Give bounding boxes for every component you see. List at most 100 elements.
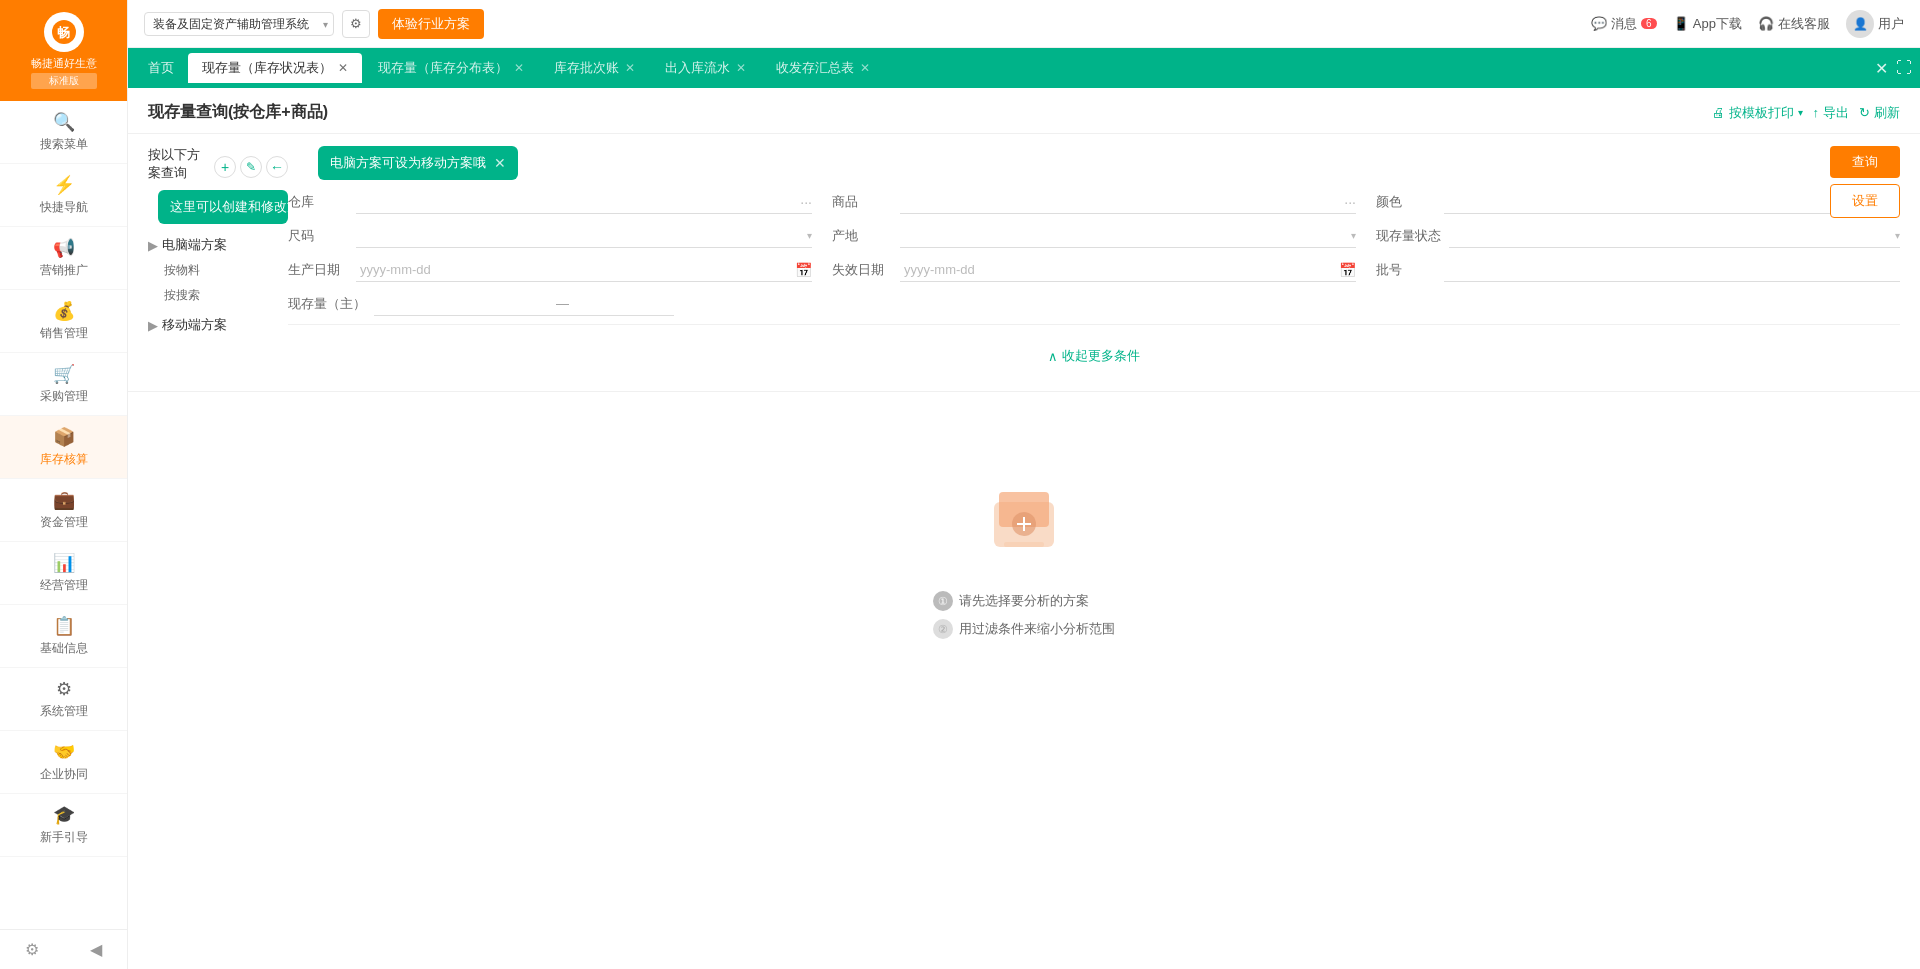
sidebar-item-inventory[interactable]: 📦 库存核算 (0, 416, 127, 479)
sidebar-collapse-btn[interactable]: ◀ (90, 940, 102, 959)
tab-fullscreen-btn[interactable]: ⛶ (1896, 59, 1912, 77)
filter-area: 按以下方案查询 + ✎ ← 这里可以创建和修改方案哦 ✕ (128, 134, 1920, 392)
stock-status-label: 现存量状态 (1376, 227, 1441, 245)
warehouse-input[interactable] (356, 190, 800, 213)
prod-date-calendar-icon[interactable]: 📅 (795, 262, 812, 278)
step1-text: 请先选择要分析的方案 (959, 592, 1089, 610)
expire-date-calendar-icon[interactable]: 📅 (1339, 262, 1356, 278)
size-dropdown-icon[interactable]: ▾ (807, 230, 812, 241)
sidebar-item-guide[interactable]: 🎓 新手引导 (0, 794, 127, 857)
tab-in-out-flow[interactable]: 出入库流水 ✕ (651, 53, 760, 83)
expire-date-label: 失效日期 (832, 261, 892, 279)
print-btn[interactable]: 🖨 按模板打印 ▾ (1712, 104, 1803, 122)
stock-qty-to-input[interactable] (575, 292, 751, 315)
sidebar-item-purchase[interactable]: 🛒 采购管理 (0, 353, 127, 416)
stock-qty-range-dash: — (556, 296, 569, 311)
stock-qty-input-wrap[interactable]: — (374, 292, 674, 316)
scheme-item-mobile[interactable]: ▶ 移动端方案 (148, 314, 288, 336)
scheme-create-tooltip: 这里可以创建和修改方案哦 ✕ (158, 190, 288, 224)
edit-scheme-btn[interactable]: ✎ (240, 156, 262, 178)
sidebar-item-system[interactable]: ⚙ 系统管理 (0, 668, 127, 731)
batch-no-input-wrap[interactable] (1444, 258, 1900, 282)
sidebar-item-base[interactable]: 📋 基础信息 (0, 605, 127, 668)
goods-dots-icon[interactable]: ··· (1344, 194, 1356, 210)
sidebar-item-sales[interactable]: 💰 销售管理 (0, 290, 127, 353)
sidebar-settings-btn[interactable]: ⚙ (25, 940, 39, 959)
origin-dropdown-icon[interactable]: ▾ (1351, 230, 1356, 241)
filter-row-4: 现存量（主） — (288, 292, 1900, 316)
tab-close-inventory-status[interactable]: ✕ (338, 61, 348, 75)
expire-date-input-wrap[interactable]: 📅 (900, 258, 1356, 282)
stock-status-input[interactable] (1449, 224, 1895, 247)
sidebar-item-operation[interactable]: 📊 经营管理 (0, 542, 127, 605)
refresh-btn[interactable]: ↻ 刷新 (1859, 104, 1900, 122)
empty-step-1: ① 请先选择要分析的方案 (933, 591, 1115, 611)
print-dropdown-icon: ▾ (1798, 107, 1803, 118)
goods-input[interactable] (900, 190, 1344, 213)
add-scheme-btn[interactable]: + (214, 156, 236, 178)
scheme-sub-item[interactable]: 按物料 (164, 260, 288, 281)
search-btn[interactable]: 查询 (1830, 146, 1900, 178)
sales-icon: 💰 (53, 300, 75, 322)
scheme-sub-item2[interactable]: 按搜索 (164, 285, 288, 306)
tab-batch-account[interactable]: 库存批次账 ✕ (540, 53, 649, 83)
scheme-item-desktop[interactable]: ▶ 电脑端方案 (148, 234, 288, 256)
purchase-icon: 🛒 (53, 363, 75, 385)
origin-input-wrap[interactable]: ▾ (900, 224, 1356, 248)
stock-qty-from-input[interactable] (374, 292, 550, 315)
tab-close-in-out[interactable]: ✕ (736, 61, 746, 75)
sidebar-label-finance: 资金管理 (40, 514, 88, 531)
tab-close-batch[interactable]: ✕ (625, 61, 635, 75)
logo-tag: 标准版 (31, 73, 97, 89)
step2-text: 用过滤条件来缩小分析范围 (959, 620, 1115, 638)
prod-date-input[interactable] (356, 258, 795, 281)
stock-status-dropdown-icon[interactable]: ▾ (1895, 230, 1900, 241)
warehouse-input-wrap[interactable]: ··· (356, 190, 812, 214)
size-input[interactable] (356, 224, 807, 247)
color-input[interactable] (1444, 190, 1895, 213)
export-btn[interactable]: ↑ 导出 (1813, 104, 1850, 122)
print-icon: 🖨 (1712, 105, 1725, 120)
prod-date-input-wrap[interactable]: 📅 (356, 258, 812, 282)
filter-row-3: 生产日期 📅 失效日期 📅 (288, 258, 1900, 282)
expire-date-input[interactable] (900, 258, 1339, 281)
sidebar-item-finance[interactable]: 💼 资金管理 (0, 479, 127, 542)
message-btn[interactable]: 💬 消息 6 (1591, 15, 1657, 33)
sidebar-item-quick-nav[interactable]: ⚡ 快捷导航 (0, 164, 127, 227)
tab-inventory-status[interactable]: 现存量（库存状况表） ✕ (188, 53, 362, 83)
operation-icon: 📊 (53, 552, 75, 574)
stock-status-input-wrap[interactable]: ▾ (1449, 224, 1900, 248)
reset-btn[interactable]: 设置 (1830, 184, 1900, 218)
warehouse-dots-icon[interactable]: ··· (800, 194, 812, 210)
home-tab-label: 首页 (148, 59, 174, 77)
scheme-mobile-tooltip-text: 电脑方案可设为移动方案哦 (330, 154, 486, 172)
tab-collect-summary[interactable]: 收发存汇总表 ✕ (762, 53, 884, 83)
origin-input[interactable] (900, 224, 1351, 247)
batch-no-input[interactable] (1444, 258, 1900, 281)
message-icon: 💬 (1591, 16, 1607, 31)
user-menu[interactable]: 👤 用户 (1846, 10, 1904, 38)
size-input-wrap[interactable]: ▾ (356, 224, 812, 248)
scheme-list: ▶ 电脑端方案 按物料 按搜索 ▶ 移动端方案 (148, 234, 288, 336)
tab-home[interactable]: 首页 (136, 53, 186, 83)
topbar-gear-btn[interactable]: ⚙ (342, 10, 370, 38)
system-select[interactable]: 装备及固定资产辅助管理系统 (144, 12, 334, 36)
tab-close-inventory-dist[interactable]: ✕ (514, 61, 524, 75)
print-label: 按模板打印 (1729, 104, 1794, 122)
sidebar-item-search-menu[interactable]: 🔍 搜索菜单 (0, 101, 127, 164)
tab-inventory-dist[interactable]: 现存量（库存分布表） ✕ (364, 53, 538, 83)
topbar-left: 装备及固定资产辅助管理系统 ⚙ 体验行业方案 (144, 9, 484, 39)
sidebar-item-marketing[interactable]: 📢 营销推广 (0, 227, 127, 290)
goods-input-wrap[interactable]: ··· (900, 190, 1356, 214)
app-download-btn[interactable]: 📱 App下载 (1673, 15, 1742, 33)
industry-btn[interactable]: 体验行业方案 (378, 9, 484, 39)
tab-close-all-btn[interactable]: ✕ (1875, 59, 1888, 78)
logo-text: 畅捷通好生意 标准版 (31, 56, 97, 89)
size-label: 尺码 (288, 227, 348, 245)
scheme-mobile-tooltip-close[interactable]: ✕ (494, 155, 506, 171)
back-scheme-btn[interactable]: ← (266, 156, 288, 178)
collapse-btn[interactable]: ∧ 收起更多条件 (288, 341, 1900, 371)
sidebar-item-enterprise[interactable]: 🤝 企业协同 (0, 731, 127, 794)
online-support-btn[interactable]: 🎧 在线客服 (1758, 15, 1830, 33)
tab-close-collect[interactable]: ✕ (860, 61, 870, 75)
